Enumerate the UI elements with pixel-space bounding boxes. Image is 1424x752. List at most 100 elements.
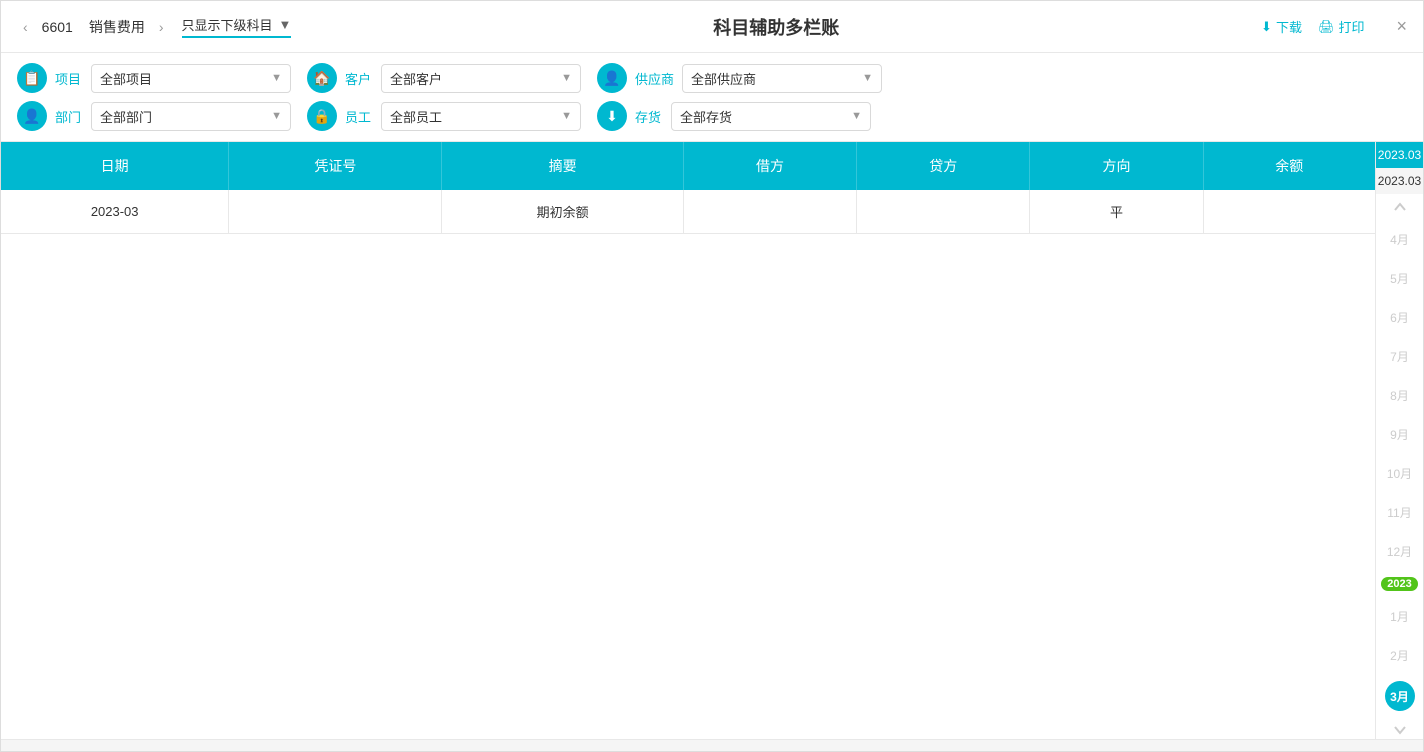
filter-supplier: 👤 供应商 全部供应商 ▼: [597, 63, 882, 93]
supplier-arrow: ▼: [862, 72, 873, 84]
sidebar-month-4[interactable]: 4月: [1376, 220, 1423, 259]
sidebar-month-1[interactable]: 1月: [1376, 597, 1423, 636]
sidebar-nav-up[interactable]: [1376, 194, 1423, 220]
sidebar-nav-down[interactable]: [1376, 717, 1423, 739]
inventory-icon: ⬇: [597, 101, 627, 131]
main-content: 日期 凭证号 摘要 借方 贷方 方向 余额 2023-03 期初余额: [1, 142, 1423, 739]
table-row: 2023-03 期初余额 平: [1, 190, 1375, 234]
filter-customer: 🏠 客户 全部客户 ▼: [307, 63, 581, 93]
show-sub-arrow: ▼: [279, 17, 292, 32]
filter-bar: 📋 项目 全部项目 ▼ 🏠 客户 全部客户 ▼ 👤 供应商: [1, 53, 1423, 142]
close-button[interactable]: ×: [1396, 16, 1407, 37]
show-sub-dropdown[interactable]: 只显示下级科目 ▼: [182, 15, 292, 38]
filter-inventory: ⬇ 存货 全部存货 ▼: [597, 101, 871, 131]
inventory-value: 全部存货: [680, 107, 732, 126]
filter-row-1: 📋 项目 全部项目 ▼ 🏠 客户 全部客户 ▼ 👤 供应商: [17, 63, 1407, 93]
scroll-bar-track: [1, 740, 1423, 751]
supplier-value: 全部供应商: [691, 69, 756, 88]
sidebar-month-5[interactable]: 5月: [1376, 259, 1423, 298]
account-name: 销售费用: [81, 17, 153, 37]
sidebar-period-top2[interactable]: 2023.03: [1376, 168, 1423, 194]
department-label: 部门: [55, 107, 83, 126]
sidebar-month-3-active[interactable]: 3月: [1376, 675, 1423, 717]
supplier-select[interactable]: 全部供应商 ▼: [682, 64, 882, 93]
account-code: 6601: [34, 19, 81, 35]
cell-balance: [1203, 190, 1375, 234]
cell-voucher: [229, 190, 442, 234]
employee-select[interactable]: 全部员工 ▼: [381, 102, 581, 131]
cell-debit: [683, 190, 856, 234]
sidebar-month-12[interactable]: 12月: [1376, 532, 1423, 571]
col-voucher: 凭证号: [229, 142, 442, 190]
supplier-label: 供应商: [635, 69, 674, 88]
filter-department: 👤 部门 全部部门 ▼: [17, 101, 291, 131]
sidebar-month-8[interactable]: 8月: [1376, 376, 1423, 415]
employee-icon: 🔒: [307, 101, 337, 131]
print-icon: 🖨: [1318, 19, 1335, 35]
sidebar-month-11[interactable]: 11月: [1376, 493, 1423, 532]
customer-label: 客户: [345, 69, 373, 88]
customer-icon: 🏠: [307, 63, 337, 93]
print-label: 打印: [1338, 17, 1364, 36]
project-label: 项目: [55, 69, 83, 88]
year-badge: 2023: [1381, 577, 1417, 591]
employee-label: 员工: [345, 107, 373, 126]
sidebar-month-3-circle: 3月: [1385, 681, 1415, 711]
table-header-row: 日期 凭证号 摘要 借方 贷方 方向 余额: [1, 142, 1375, 190]
customer-value: 全部客户: [390, 69, 442, 88]
page-title: 科目辅助多栏账: [291, 14, 1261, 40]
project-value: 全部项目: [100, 69, 152, 88]
col-debit: 借方: [683, 142, 856, 190]
table-area: 日期 凭证号 摘要 借方 贷方 方向 余额 2023-03 期初余额: [1, 142, 1375, 739]
download-button[interactable]: ⬇ 下载: [1261, 17, 1302, 36]
download-label: 下载: [1276, 17, 1302, 36]
department-arrow: ▼: [271, 110, 282, 122]
right-sidebar: 2023.03 2023.03 4月 5月 6月 7月 8月 9月 10月 11…: [1375, 142, 1423, 739]
main-window: ‹ 6601 销售费用 › 只显示下级科目 ▼ 科目辅助多栏账 ⬇ 下载 🖨 打…: [0, 0, 1424, 752]
chevron-down-icon: [1393, 723, 1407, 737]
col-credit: 贷方: [857, 142, 1030, 190]
chevron-up-icon: [1393, 200, 1407, 214]
department-icon: 👤: [17, 101, 47, 131]
col-balance: 余额: [1203, 142, 1375, 190]
sidebar-month-9[interactable]: 9月: [1376, 415, 1423, 454]
customer-arrow: ▼: [561, 72, 572, 84]
col-direction: 方向: [1030, 142, 1203, 190]
cell-credit: [857, 190, 1030, 234]
print-button[interactable]: 🖨 打印: [1318, 17, 1365, 36]
filter-row-2: 👤 部门 全部部门 ▼ 🔒 员工 全部员工 ▼ ⬇ 存货: [17, 101, 1407, 131]
cell-direction: 平: [1030, 190, 1203, 234]
sidebar-month-10[interactable]: 10月: [1376, 454, 1423, 493]
supplier-icon: 👤: [597, 63, 627, 93]
sidebar-month-7[interactable]: 7月: [1376, 337, 1423, 376]
download-icon: ⬇: [1261, 19, 1272, 35]
employee-value: 全部员工: [390, 107, 442, 126]
top-actions: ⬇ 下载 🖨 打印 ×: [1261, 16, 1407, 37]
inventory-label: 存货: [635, 107, 663, 126]
sidebar-period-top1[interactable]: 2023.03: [1376, 142, 1423, 168]
data-table: 日期 凭证号 摘要 借方 贷方 方向 余额 2023-03 期初余额: [1, 142, 1375, 234]
horizontal-scrollbar[interactable]: [1, 739, 1423, 751]
filter-project: 📋 项目 全部项目 ▼: [17, 63, 291, 93]
inventory-arrow: ▼: [851, 110, 862, 122]
department-value: 全部部门: [100, 107, 152, 126]
filter-employee: 🔒 员工 全部员工 ▼: [307, 101, 581, 131]
project-icon: 📋: [17, 63, 47, 93]
top-bar: ‹ 6601 销售费用 › 只显示下级科目 ▼ 科目辅助多栏账 ⬇ 下载 🖨 打…: [1, 1, 1423, 53]
sidebar-month-2[interactable]: 2月: [1376, 636, 1423, 675]
project-arrow: ▼: [271, 72, 282, 84]
cell-summary: 期初余额: [442, 190, 683, 234]
year-badge-container: 2023: [1376, 575, 1423, 593]
inventory-select[interactable]: 全部存货 ▼: [671, 102, 871, 131]
nav-prev-button[interactable]: ‹: [17, 17, 34, 37]
customer-select[interactable]: 全部客户 ▼: [381, 64, 581, 93]
project-select[interactable]: 全部项目 ▼: [91, 64, 291, 93]
employee-arrow: ▼: [561, 110, 572, 122]
show-sub-label: 只显示下级科目: [182, 15, 273, 34]
cell-date: 2023-03: [1, 190, 229, 234]
department-select[interactable]: 全部部门 ▼: [91, 102, 291, 131]
col-summary: 摘要: [442, 142, 683, 190]
col-date: 日期: [1, 142, 229, 190]
nav-next-button[interactable]: ›: [153, 17, 170, 37]
sidebar-month-6[interactable]: 6月: [1376, 298, 1423, 337]
